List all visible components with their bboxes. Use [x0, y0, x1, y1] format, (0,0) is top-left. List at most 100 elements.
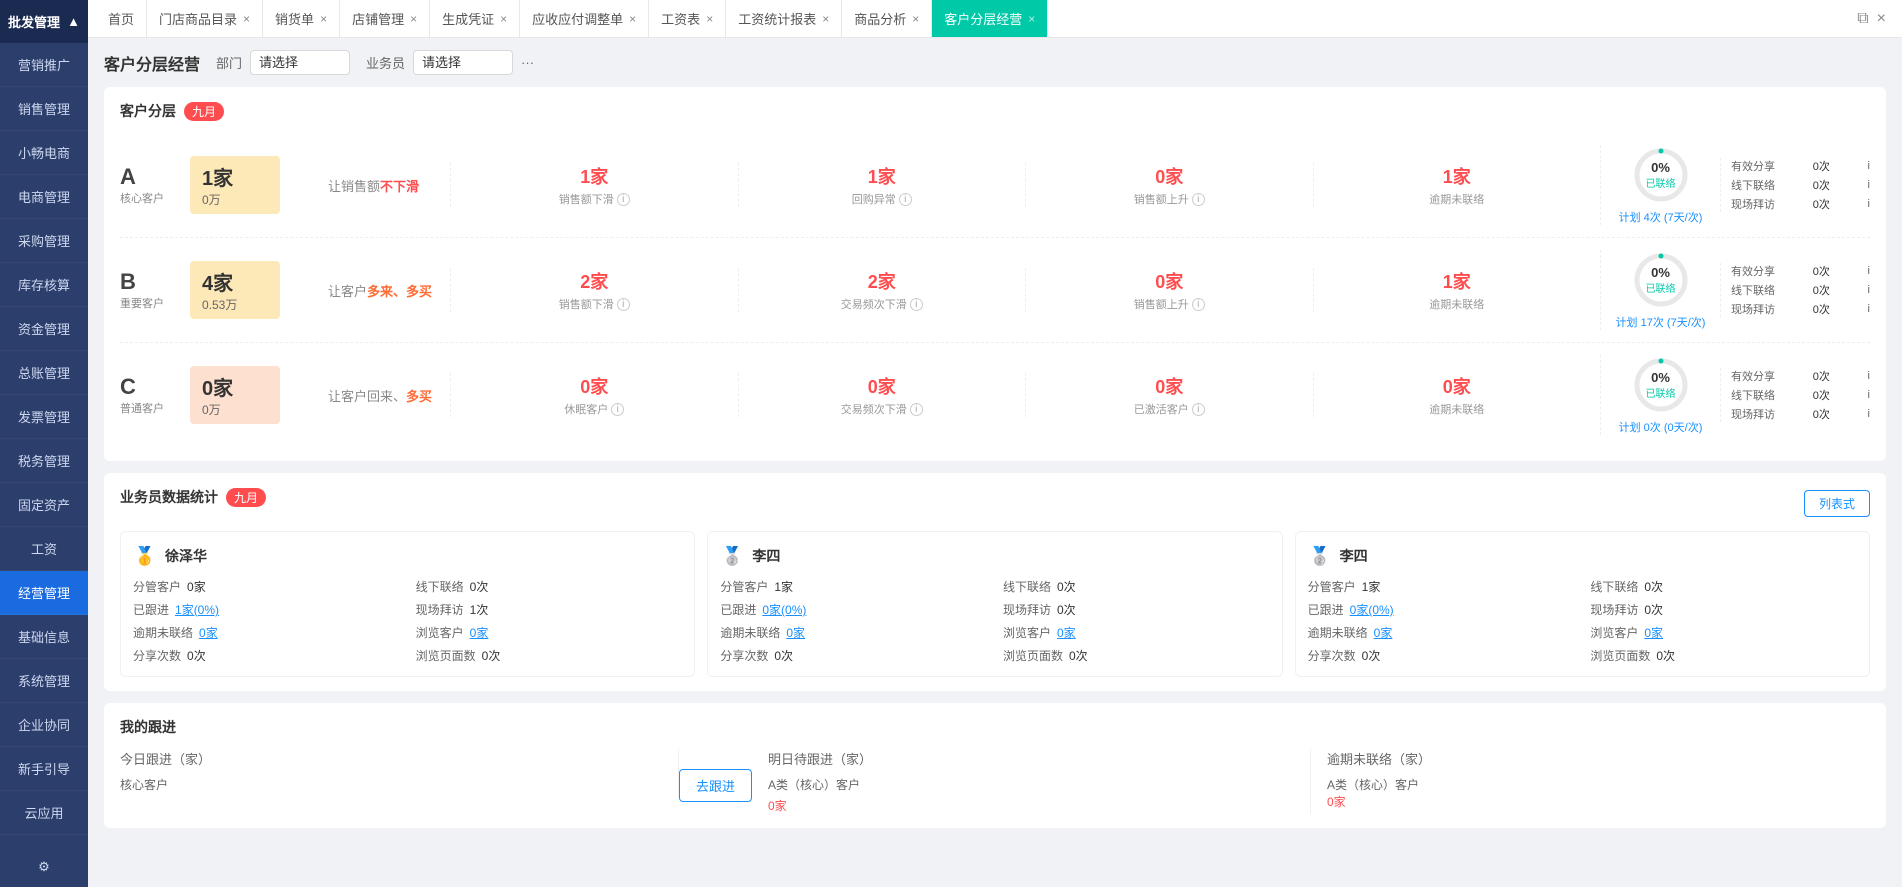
tab-close-customer[interactable]: × [1028, 12, 1035, 26]
staff-section-header: 业务员数据统计 九月 列表式 [120, 487, 1870, 519]
info-icon[interactable]: i [910, 403, 923, 416]
right-stat-b-0: 有效分享 0次 i [1731, 263, 1870, 279]
tab-close-shop[interactable]: × [410, 12, 417, 26]
staff-month-badge: 九月 [226, 488, 266, 507]
tier-stat-label-c1: 交易频次下滑 i [841, 401, 923, 417]
followup-overdue-val: 0家 [768, 797, 1294, 814]
staff-stat-1-2: 已跟进 0家(0%) [720, 601, 987, 618]
info-icon[interactable]: i [899, 193, 912, 206]
sidebar-item-fpgl[interactable]: 发票管理 [0, 395, 88, 439]
tab-close-payroll[interactable]: × [706, 12, 713, 26]
tier-circle-a: 0% 已联络 计划 4次 (7天/次) [1600, 145, 1720, 225]
sidebar-item-dshgl[interactable]: 电商管理 [0, 175, 88, 219]
tab-home[interactable]: 首页 [96, 0, 147, 38]
tab-close-all-icon[interactable]: × [1877, 10, 1886, 28]
staff-card-0: 🥇 徐泽华 分管客户 0家 线下联络 0次 已跟进 [120, 531, 695, 677]
followup-today-col: 今日跟进（家） 核心客户 [120, 749, 679, 797]
info-icon[interactable]: i [1868, 198, 1870, 210]
sidebar-item-xsgl[interactable]: 销售管理 [0, 87, 88, 131]
tab-customer-tier[interactable]: 客户分层经营× [932, 0, 1048, 38]
page-title: 客户分层经营 [104, 51, 200, 75]
tab-ar-ap[interactable]: 应收应付调整单× [520, 0, 649, 38]
staff-stat-2-6: 分享次数 0次 [1308, 647, 1575, 664]
info-icon[interactable]: i [617, 193, 630, 206]
staff-select[interactable]: 请选择 [413, 50, 513, 75]
sidebar-toggle-icon[interactable]: ▲ [67, 14, 80, 29]
right-stat-a-1: 线下联络 0次 i [1731, 177, 1870, 193]
sidebar-item-xcdsh[interactable]: 小畅电商 [0, 131, 88, 175]
circle-svg-b: 0% 已联络 [1631, 250, 1691, 310]
tab-shop-manage[interactable]: 店铺管理× [340, 0, 430, 38]
tier-stat-label-b2: 销售额上升 i [1134, 296, 1205, 312]
info-icon[interactable]: i [1868, 160, 1870, 172]
sidebar-title: 批发管理 [8, 12, 60, 31]
tab-product-analysis[interactable]: 商品分析× [842, 0, 932, 38]
sidebar-header[interactable]: 批发管理 ▲ [0, 0, 88, 43]
staff-grid: 🥇 徐泽华 分管客户 0家 线下联络 0次 已跟进 [120, 531, 1870, 677]
info-icon[interactable]: i [1868, 389, 1870, 401]
right-stat-c-0: 有效分享 0次 i [1731, 368, 1870, 384]
followup-core-label: 核心客户 [120, 776, 662, 793]
sidebar-item-gdzc[interactable]: 固定资产 [0, 483, 88, 527]
tab-gen-voucher[interactable]: 生成凭证× [430, 0, 520, 38]
tab-payroll[interactable]: 工资表× [649, 0, 726, 38]
info-icon[interactable]: i [1868, 370, 1870, 382]
sidebar-item-zzgl[interactable]: 总账管理 [0, 351, 88, 395]
tab-close-sales[interactable]: × [320, 12, 327, 26]
tab-payroll-report[interactable]: 工资统计报表× [726, 0, 842, 38]
circle-label-c: 0% 已联络 [1646, 370, 1676, 400]
staff-stat-1-7: 浏览页面数 0次 [1003, 647, 1270, 664]
sidebar-item-qyxt[interactable]: 企业协同 [0, 703, 88, 747]
sidebar-item-cggl[interactable]: 采购管理 [0, 219, 88, 263]
tier-stat-label-a2: 销售额上升 i [1134, 191, 1205, 207]
info-icon[interactable]: i [1192, 298, 1205, 311]
staff-stat-2-4: 逾期未联络 0家 [1308, 624, 1575, 641]
followup-row-label: 核心客户 [120, 776, 662, 793]
more-options-icon[interactable]: ··· [521, 55, 534, 70]
dept-select[interactable]: 请选择 [250, 50, 350, 75]
circle-plan-c: 计划 0次 (0天/次) [1619, 419, 1703, 435]
sidebar-item-jcxx[interactable]: 基础信息 [0, 615, 88, 659]
tier-stat-label-a3: 逾期未联络 [1429, 191, 1484, 207]
sidebar-item-jygl[interactable]: 经营管理 [0, 571, 88, 615]
info-icon[interactable]: i [910, 298, 923, 311]
go-followup-button[interactable]: 去跟进 [679, 769, 752, 802]
staff-stat-1-5: 浏览客户 0家 [1003, 624, 1270, 641]
tab-close-ar[interactable]: × [629, 12, 636, 26]
staff-card-1: 🥈 李四 分管客户 1家 线下联络 0次 已跟进 [707, 531, 1282, 677]
tab-store-products[interactable]: 门店商品目录× [147, 0, 263, 38]
sidebar-item-xsyd[interactable]: 新手引导 [0, 747, 88, 791]
tier-stat-a-1: 1家 回购异常 i [738, 163, 1026, 207]
tier-stat-a-0: 1家 销售额下滑 i [450, 163, 738, 207]
sidebar-item-gz[interactable]: 工资 [0, 527, 88, 571]
tab-close-product[interactable]: × [912, 12, 919, 26]
info-icon[interactable]: i [1868, 284, 1870, 296]
info-icon[interactable]: i [1192, 193, 1205, 206]
sidebar-item-swgl[interactable]: 税务管理 [0, 439, 88, 483]
sidebar-item-yyyg[interactable]: 云应用 [0, 791, 88, 835]
tab-close-payroll-rpt[interactable]: × [822, 12, 829, 26]
sidebar-item-zjgl[interactable]: 资金管理 [0, 307, 88, 351]
right-stat-c-1: 线下联络 0次 i [1731, 387, 1870, 403]
info-icon[interactable]: i [1868, 179, 1870, 191]
tab-window-icon[interactable]: ⧉ [1857, 10, 1868, 28]
info-icon[interactable]: i [1868, 265, 1870, 277]
tier-label-b: B 重要客户 [120, 269, 190, 311]
sidebar-item-xtgl[interactable]: 系统管理 [0, 659, 88, 703]
staff-medal-2: 🥈 [1308, 544, 1332, 568]
sidebar-item-yxtt[interactable]: 营销推广 [0, 43, 88, 87]
info-icon[interactable]: i [611, 403, 624, 416]
info-icon[interactable]: i [1868, 303, 1870, 315]
dept-label: 部门 [216, 53, 242, 72]
staff-stats-0: 分管客户 0家 线下联络 0次 已跟进 1家(0%) 现场拜访 [133, 578, 682, 664]
list-view-button[interactable]: 列表式 [1804, 490, 1870, 517]
tab-sales-order[interactable]: 销货单× [263, 0, 340, 38]
info-icon[interactable]: i [1868, 408, 1870, 420]
sidebar-gear-icon[interactable]: ⚙ [0, 847, 88, 887]
info-icon[interactable]: i [617, 298, 630, 311]
sidebar-item-kchsj[interactable]: 库存核算 [0, 263, 88, 307]
main-area: 首页 门店商品目录× 销货单× 店铺管理× 生成凭证× 应收应付调整单× 工资表… [88, 0, 1902, 887]
info-icon[interactable]: i [1192, 403, 1205, 416]
tab-close-store-products[interactable]: × [243, 12, 250, 26]
tab-close-voucher[interactable]: × [500, 12, 507, 26]
